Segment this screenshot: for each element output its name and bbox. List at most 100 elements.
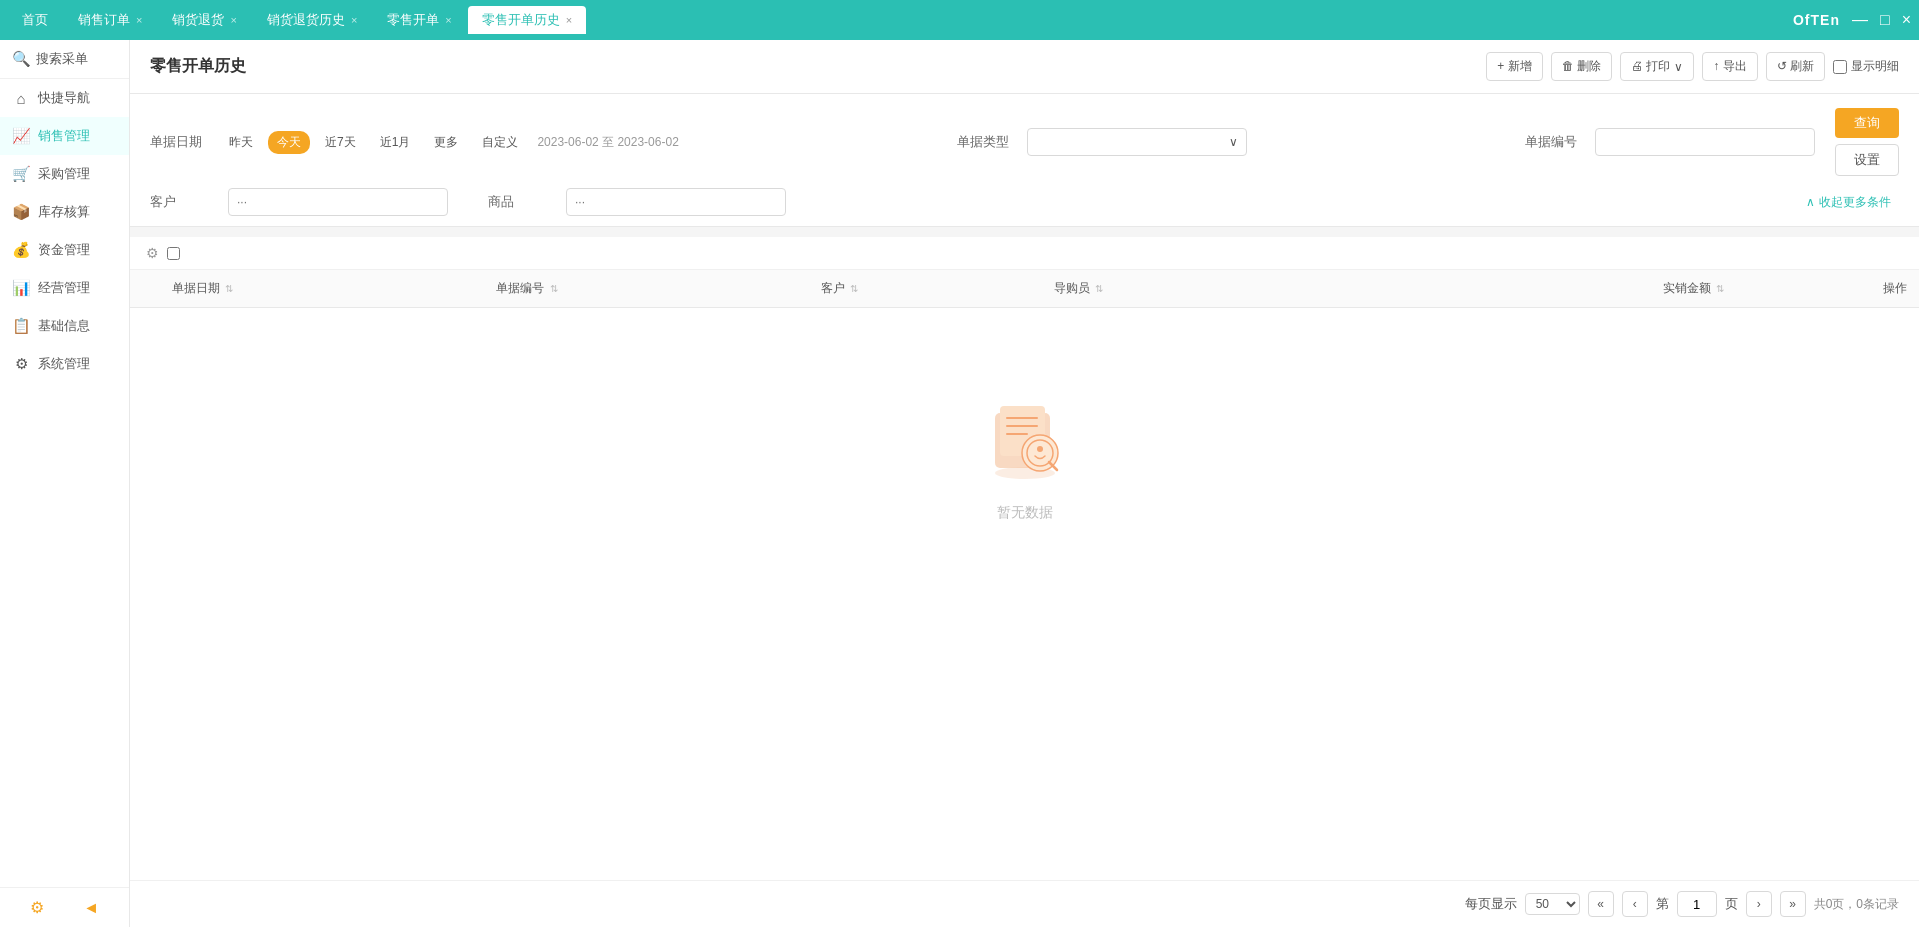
bill-type-select[interactable]: ∨ — [1027, 128, 1247, 156]
prev-page-button[interactable]: ‹ — [1622, 891, 1648, 917]
sort-amount-icon[interactable]: ⇅ — [1716, 283, 1724, 294]
sidebar-item-label: 经营管理 — [38, 279, 90, 297]
collapse-sidebar-button[interactable]: ◄ — [83, 899, 99, 917]
sys-icon: ⚙ — [12, 355, 30, 373]
show-detail-label: 显示明细 — [1833, 58, 1899, 75]
tab-home[interactable]: 首页 — [8, 6, 62, 34]
sidebar-item-label: 采购管理 — [38, 165, 90, 183]
collapse-filter-button[interactable]: ∧ 收起更多条件 — [1798, 190, 1899, 215]
last-page-button[interactable]: » — [1780, 891, 1806, 917]
table-settings-icon[interactable]: ⚙ — [146, 245, 159, 261]
close-tab-retail-open-history[interactable]: × — [566, 14, 572, 26]
tab-retail-open-history[interactable]: 零售开单历史 × — [468, 6, 586, 34]
sales-icon: 📈 — [12, 127, 30, 145]
export-button[interactable]: ↑ 导出 — [1702, 52, 1757, 81]
bill-type-label: 单据类型 — [957, 133, 1027, 151]
maximize-button[interactable]: □ — [1880, 11, 1890, 29]
customer-label: 客户 — [150, 193, 220, 211]
sort-salesperson-icon[interactable]: ⇅ — [1095, 283, 1103, 294]
date-btn-1month[interactable]: 近1月 — [371, 131, 420, 154]
th-action: 操作 — [1736, 270, 1919, 308]
filter-settings-button[interactable]: 设置 — [1835, 144, 1899, 176]
sidebar-item-finance[interactable]: 💰 资金管理 — [0, 231, 129, 269]
date-filter-label: 单据日期 — [150, 133, 220, 151]
top-tab-bar: 首页 销售订单 × 销货退货 × 销货退货历史 × 零售开单 × 零售开单历史 … — [0, 0, 1919, 40]
sidebar-footer: ⚙ ◄ — [0, 887, 129, 927]
ops-icon: 📊 — [12, 279, 30, 297]
sidebar-item-label: 基础信息 — [38, 317, 90, 335]
purchase-icon: 🛒 — [12, 165, 30, 183]
select-all-checkbox[interactable] — [167, 247, 180, 260]
sort-no-icon[interactable]: ⇅ — [550, 283, 558, 294]
first-page-button[interactable]: « — [1588, 891, 1614, 917]
date-btn-yesterday[interactable]: 昨天 — [220, 131, 262, 154]
th-spacer — [1321, 270, 1412, 308]
page-title: 零售开单历史 — [150, 56, 246, 89]
close-tab-sales-return[interactable]: × — [230, 14, 236, 26]
search-button[interactable]: 查询 — [1835, 108, 1899, 138]
bill-no-label: 单据编号 — [1525, 133, 1595, 151]
page-suffix: 页 — [1725, 895, 1738, 913]
sidebar-item-sys-mgmt[interactable]: ⚙ 系统管理 — [0, 345, 129, 383]
tab-sales-return-history[interactable]: 销货退货历史 × — [253, 6, 371, 34]
table-header-row: 单据日期 ⇅ 单据编号 ⇅ 客户 ⇅ — [130, 270, 1919, 308]
per-page-select[interactable]: 50 10 20 100 — [1525, 893, 1580, 915]
th-date: 单据日期 ⇅ — [160, 270, 484, 308]
settings-footer-button[interactable]: ⚙ — [30, 898, 44, 917]
content-area: 零售开单历史 + 新增 🗑 删除 🖨 打印 ∨ ↑ 导出 ↺ 刷新 — [130, 40, 1919, 927]
sidebar-search-label: 搜索采单 — [36, 50, 88, 68]
sidebar-item-label: 系统管理 — [38, 355, 90, 373]
table-wrap: 单据日期 ⇅ 单据编号 ⇅ 客户 ⇅ — [130, 270, 1919, 582]
basic-info-icon: 📋 — [12, 317, 30, 335]
sidebar-search[interactable]: 🔍 搜索采单 — [0, 40, 129, 79]
empty-state: 暂无数据 — [130, 308, 1919, 582]
bill-no-input[interactable] — [1595, 128, 1815, 156]
filter-row-customer: 客户 商品 ∧ 收起更多条件 — [150, 188, 1899, 216]
close-tab-sales-order[interactable]: × — [136, 14, 142, 26]
th-no: 单据编号 ⇅ — [484, 270, 808, 308]
show-detail-checkbox[interactable] — [1833, 60, 1847, 74]
sidebar-item-inventory[interactable]: 📦 库存核算 — [0, 193, 129, 231]
date-btn-more[interactable]: 更多 — [425, 131, 467, 154]
query-buttons: 查询 设置 — [1835, 108, 1899, 176]
search-icon: 🔍 — [12, 50, 30, 68]
delete-button[interactable]: 🗑 删除 — [1551, 52, 1612, 81]
table-area: ⚙ 单据日期 ⇅ 单据编号 ⇅ — [130, 237, 1919, 880]
per-page-label: 每页显示 — [1465, 895, 1517, 913]
close-tab-retail-open[interactable]: × — [445, 14, 451, 26]
sort-customer-icon[interactable]: ⇅ — [850, 283, 858, 294]
customer-input[interactable] — [228, 188, 448, 216]
close-window-button[interactable]: × — [1902, 11, 1911, 29]
tab-sales-order[interactable]: 销售订单 × — [64, 6, 156, 34]
add-button[interactable]: + 新增 — [1486, 52, 1542, 81]
tab-sales-return[interactable]: 销货退货 × — [158, 6, 250, 34]
data-table: 单据日期 ⇅ 单据编号 ⇅ 客户 ⇅ — [130, 270, 1919, 308]
sidebar-item-purchase-mgmt[interactable]: 🛒 采购管理 — [0, 155, 129, 193]
sidebar-item-sales-mgmt[interactable]: 📈 销售管理 — [0, 117, 129, 155]
refresh-button[interactable]: ↺ 刷新 — [1766, 52, 1825, 81]
th-customer: 客户 ⇅ — [809, 270, 1042, 308]
tab-retail-open[interactable]: 零售开单 × — [373, 6, 465, 34]
svg-point-9 — [1037, 446, 1043, 452]
table-toolbar: ⚙ — [130, 237, 1919, 270]
sidebar-item-ops-mgmt[interactable]: 📊 经营管理 — [0, 269, 129, 307]
brand-logo: OfTEn — [1793, 12, 1840, 28]
finance-icon: 💰 — [12, 241, 30, 259]
product-filter: 商品 — [488, 188, 786, 216]
close-tab-sales-return-history[interactable]: × — [351, 14, 357, 26]
date-btn-7days[interactable]: 近7天 — [316, 131, 365, 154]
sidebar-nav: ⌂ 快捷导航 📈 销售管理 🛒 采购管理 📦 库存核算 💰 资金管理 📊 — [0, 79, 129, 887]
next-page-button[interactable]: › — [1746, 891, 1772, 917]
print-button[interactable]: 🖨 打印 ∨ — [1620, 52, 1694, 81]
minimize-button[interactable]: — — [1852, 11, 1868, 29]
pagination: 每页显示 50 10 20 100 « ‹ 第 页 › » 共0页，0条记录 — [130, 880, 1919, 927]
date-btn-custom[interactable]: 自定义 — [473, 131, 527, 154]
product-input[interactable] — [566, 188, 786, 216]
sidebar-item-basic-info[interactable]: 📋 基础信息 — [0, 307, 129, 345]
product-label: 商品 — [488, 193, 558, 211]
sidebar-item-quick-nav[interactable]: ⌂ 快捷导航 — [0, 79, 129, 117]
filter-area: 单据日期 昨天 今天 近7天 近1月 更多 自定义 2023-06-02 至 2… — [130, 94, 1919, 227]
date-btn-today[interactable]: 今天 — [268, 131, 310, 154]
sort-date-icon[interactable]: ⇅ — [225, 283, 233, 294]
page-number-input[interactable] — [1677, 891, 1717, 917]
